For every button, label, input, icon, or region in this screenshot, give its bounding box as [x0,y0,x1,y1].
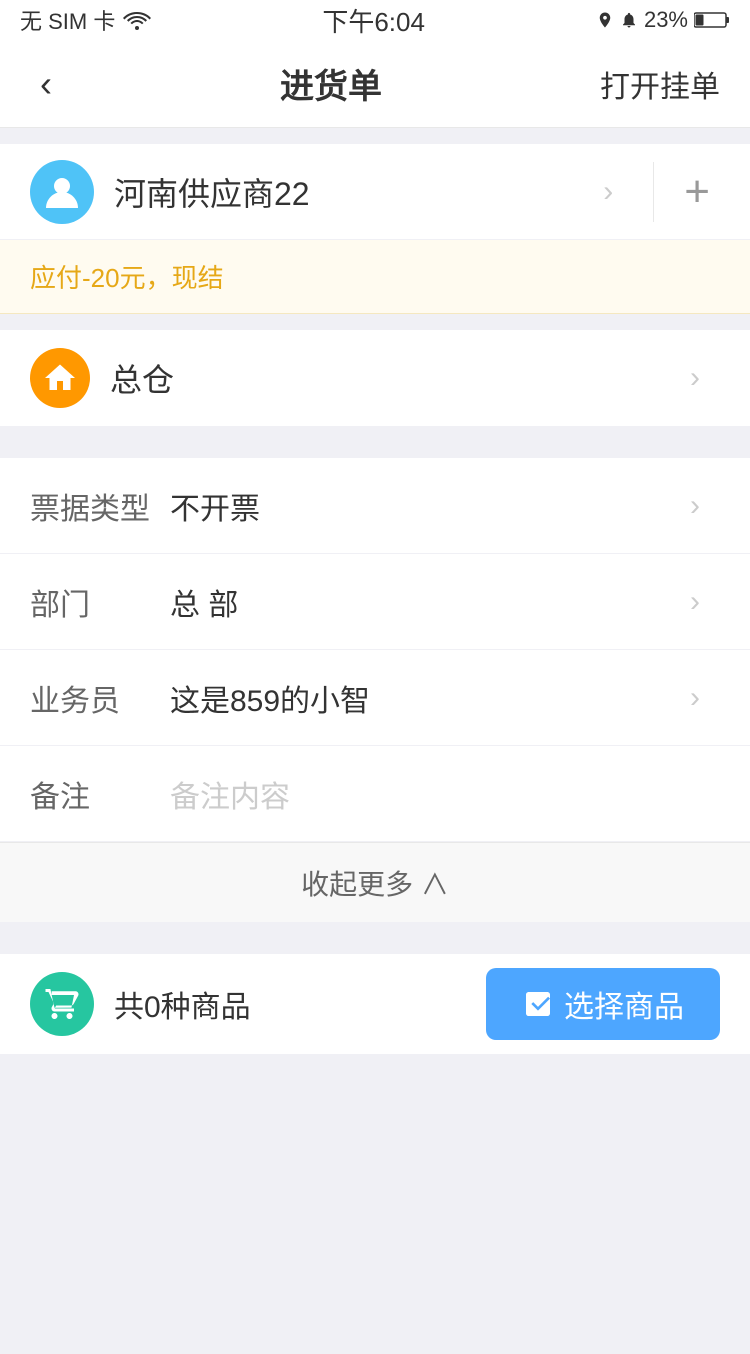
salesman-label: 业务员 [30,676,170,720]
invoice-chevron-icon: › [690,489,700,523]
nav-bar: ‹ 进货单 打开挂单 [0,40,750,128]
warehouse-row[interactable]: 总仓 › [0,330,750,426]
wifi-icon [123,10,151,30]
gap-3 [0,426,750,442]
gap-2 [0,314,750,330]
product-count: 共0种商品 [114,982,486,1026]
status-right: 23% [596,7,730,33]
add-supplier-button[interactable]: + [674,167,720,217]
supplier-name: 河南供应商22 [114,169,603,215]
warehouse-icon-wrap [30,348,90,408]
supplier-section: 河南供应商22 › + 应付-20元，现结 [0,144,750,314]
gap-4 [0,922,750,938]
warehouse-name: 总仓 [110,355,690,401]
back-button[interactable]: ‹ [30,53,62,115]
warehouse-section: 总仓 › [0,330,750,426]
battery-icon [694,11,730,29]
remark-input[interactable]: 备注内容 [170,772,720,816]
warehouse-chevron-icon: › [690,361,700,395]
salesman-row[interactable]: 业务员 这是859的小智 › [0,650,750,746]
supplier-avatar [30,160,94,224]
form-section: 票据类型 不开票 › 部门 总 部 › 业务员 这是859的小智 › 备注 备注… [0,458,750,922]
battery-text: 23% [644,7,688,33]
invoice-value: 不开票 [170,484,690,528]
select-product-button[interactable]: 选择商品 [486,968,720,1040]
collapse-label: 收起更多 ∧ [301,863,449,903]
bottom-bar: 共0种商品 选择商品 [0,954,750,1054]
select-product-label: 选择商品 [564,982,684,1026]
collapse-row[interactable]: 收起更多 ∧ [0,842,750,922]
notice-text: 应付-20元，现结 [30,263,224,293]
department-value: 总 部 [170,580,690,624]
invoice-type-row[interactable]: 票据类型 不开票 › [0,458,750,554]
status-bar: 无 SIM 卡 下午6:04 23% [0,0,750,40]
location-icon [596,11,614,29]
cart-icon [44,986,80,1022]
open-pending-button[interactable]: 打开挂单 [600,62,720,106]
remark-row[interactable]: 备注 备注内容 [0,746,750,842]
salesman-value: 这是859的小智 [170,676,690,720]
invoice-label: 票据类型 [30,484,170,528]
product-icon-wrap [30,972,94,1036]
select-product-icon [522,988,554,1020]
warehouse-icon [42,360,78,396]
department-chevron-icon: › [690,585,700,619]
person-icon [42,172,82,212]
supplier-row[interactable]: 河南供应商22 › + [0,144,750,240]
divider [653,162,654,222]
status-time: 下午6:04 [322,2,425,39]
signal-text: 无 SIM 卡 [20,4,115,36]
remark-label: 备注 [30,772,170,816]
notice-banner: 应付-20元，现结 [0,240,750,314]
alarm-icon [620,11,638,29]
department-row[interactable]: 部门 总 部 › [0,554,750,650]
page-title: 进货单 [280,59,382,108]
salesman-chevron-icon: › [690,681,700,715]
department-label: 部门 [30,580,170,624]
supplier-chevron-icon: › [603,175,613,209]
page-background [0,1054,750,1354]
status-left: 无 SIM 卡 [20,4,151,36]
gap-1 [0,128,750,144]
